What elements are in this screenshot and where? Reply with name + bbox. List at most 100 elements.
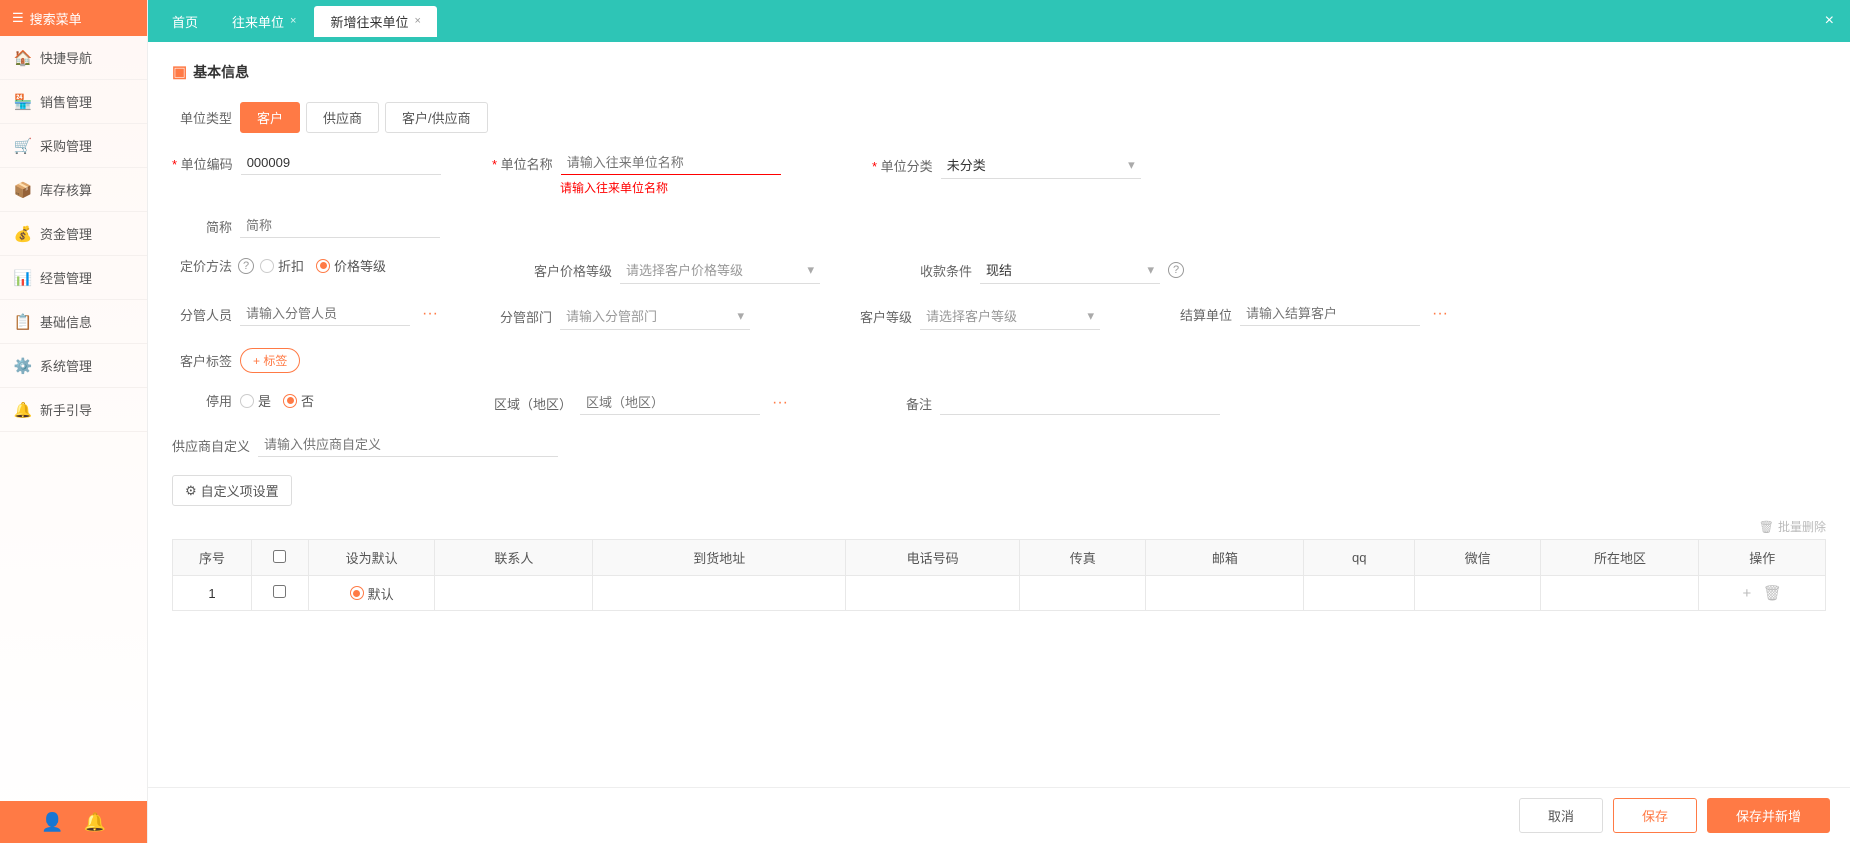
sidebar-label-quick-nav: 快捷导航 bbox=[40, 48, 92, 67]
sidebar-item-operations[interactable]: 📊 经营管理 bbox=[0, 256, 147, 300]
qq-input[interactable] bbox=[1312, 586, 1406, 601]
tab-new-contacts[interactable]: 新增往来单位 × bbox=[314, 6, 436, 37]
sidebar-item-guide[interactable]: 🔔 新手引导 bbox=[0, 388, 147, 432]
manager-input[interactable] bbox=[240, 302, 410, 326]
supplier-custom-input[interactable] bbox=[258, 433, 558, 457]
cell-wechat bbox=[1415, 576, 1541, 611]
payment-help-icon[interactable]: ? bbox=[1168, 262, 1184, 278]
save-button[interactable]: 保存 bbox=[1613, 798, 1697, 833]
delete-row-button[interactable]: 🗑 bbox=[1759, 582, 1786, 604]
remark-input[interactable] bbox=[940, 391, 1220, 415]
tab-new-contacts-close[interactable]: × bbox=[414, 15, 420, 27]
supplier-custom-group: 供应商自定义 bbox=[172, 433, 1826, 457]
sidebar: ☰ 搜索菜单 🏠 快捷导航 🏪 销售管理 🛒 采购管理 📦 库存核算 💰 资金管… bbox=[0, 0, 148, 843]
batch-delete-icon: 🗑 bbox=[1759, 520, 1774, 534]
unit-type-group-wrapper: 单位类型 客户 供应商 客户/供应商 bbox=[172, 102, 632, 133]
row-checkbox[interactable] bbox=[273, 585, 286, 598]
section-title: ▣ 基本信息 bbox=[172, 62, 1826, 82]
contact-input[interactable] bbox=[443, 586, 584, 601]
pricing-radio-group: 折扣 价格等级 bbox=[260, 256, 386, 275]
unit-type-buttons: 客户 供应商 客户/供应商 bbox=[240, 102, 488, 133]
unit-btn-both[interactable]: 客户/供应商 bbox=[385, 102, 488, 133]
sidebar-search-label: 搜索菜单 bbox=[30, 9, 82, 28]
unit-btn-customer[interactable]: 客户 bbox=[240, 102, 300, 133]
sidebar-item-purchase[interactable]: 🛒 采购管理 bbox=[0, 124, 147, 168]
radio-no[interactable]: 否 bbox=[283, 391, 314, 410]
col-region: 所在地区 bbox=[1541, 540, 1699, 576]
tag-row: 客户标签 + 标签 bbox=[172, 348, 1826, 373]
sidebar-item-finance[interactable]: 💰 资金管理 bbox=[0, 212, 147, 256]
unit-btn-supplier[interactable]: 供应商 bbox=[306, 102, 379, 133]
customer-price-select[interactable]: 请选择客户价格等级 ▾ bbox=[620, 256, 820, 284]
radio-level[interactable]: 价格等级 bbox=[316, 256, 386, 275]
sidebar-item-quick-nav[interactable]: 🏠 快捷导航 bbox=[0, 36, 147, 80]
region-label: 区域（地区） bbox=[492, 394, 572, 413]
sidebar-label-sales: 销售管理 bbox=[40, 92, 92, 111]
radio-yes[interactable]: 是 bbox=[240, 391, 271, 410]
sidebar-item-basic-info[interactable]: 📋 基础信息 bbox=[0, 300, 147, 344]
disabled-radio-group: 是 否 bbox=[240, 391, 314, 410]
cell-region bbox=[1541, 576, 1699, 611]
manager-more-btn[interactable]: ··· bbox=[418, 305, 442, 323]
department-select[interactable]: 请输入分管部门 ▾ bbox=[560, 302, 750, 330]
footer-user-icon: 👤 bbox=[41, 812, 63, 833]
unit-name-input[interactable] bbox=[561, 151, 781, 175]
system-icon: ⚙️ bbox=[14, 357, 32, 375]
cancel-button[interactable]: 取消 bbox=[1519, 798, 1603, 833]
settlement-input[interactable] bbox=[1240, 302, 1420, 326]
payment-terms-select[interactable]: 现结 ▾ bbox=[980, 256, 1160, 284]
phone-input[interactable] bbox=[854, 586, 1011, 601]
add-tag-button[interactable]: + 标签 bbox=[240, 348, 300, 373]
batch-delete-label[interactable]: 批量删除 bbox=[1778, 518, 1826, 535]
cell-action: + 🗑 bbox=[1699, 576, 1826, 611]
row-region-input[interactable] bbox=[1549, 586, 1690, 601]
sidebar-search[interactable]: ☰ 搜索菜单 bbox=[0, 0, 147, 36]
tab-contacts-close[interactable]: × bbox=[290, 15, 296, 27]
row-radio-outer bbox=[350, 586, 364, 600]
row-default-radio[interactable]: 默认 bbox=[317, 584, 426, 603]
fax-input[interactable] bbox=[1028, 586, 1137, 601]
tab-home[interactable]: 首页 bbox=[156, 6, 214, 37]
col-address: 到货地址 bbox=[593, 540, 846, 576]
custom-settings-button[interactable]: ⚙ 自定义项设置 bbox=[172, 475, 292, 506]
col-wechat: 微信 bbox=[1415, 540, 1541, 576]
unit-category-select[interactable]: 未分类 ▾ bbox=[941, 151, 1141, 179]
wechat-input[interactable] bbox=[1423, 586, 1532, 601]
save-new-button[interactable]: 保存并新增 bbox=[1707, 798, 1830, 833]
footer-bell-icon: 🔔 bbox=[84, 812, 106, 833]
tab-contacts[interactable]: 往来单位 × bbox=[216, 6, 312, 37]
col-email: 邮箱 bbox=[1146, 540, 1304, 576]
manager-row: 分管人员 ··· 分管部门 请输入分管部门 ▾ 客户等级 请选择客户等级 ▾ 结… bbox=[172, 302, 1826, 330]
unit-name-label: 单位名称 bbox=[492, 154, 553, 173]
sidebar-item-inventory[interactable]: 📦 库存核算 bbox=[0, 168, 147, 212]
pricing-help-icon[interactable]: ? bbox=[238, 258, 254, 274]
customer-level-label: 客户等级 bbox=[852, 307, 912, 326]
unit-code-input[interactable] bbox=[241, 151, 441, 175]
cell-phone bbox=[846, 576, 1020, 611]
settlement-unit-group: 结算单位 ··· bbox=[1172, 302, 1512, 326]
sidebar-footer: 👤 🔔 bbox=[0, 801, 147, 843]
settlement-more-btn[interactable]: ··· bbox=[1428, 305, 1452, 323]
custom-settings-label: 自定义项设置 bbox=[201, 481, 279, 500]
region-more-btn[interactable]: ··· bbox=[768, 394, 792, 412]
col-contact: 联系人 bbox=[435, 540, 593, 576]
sales-icon: 🏪 bbox=[14, 93, 32, 111]
section-title-text: 基本信息 bbox=[193, 62, 249, 82]
sidebar-label-purchase: 采购管理 bbox=[40, 136, 92, 155]
sidebar-item-sales[interactable]: 🏪 销售管理 bbox=[0, 80, 147, 124]
select-all-checkbox[interactable] bbox=[273, 550, 286, 563]
cell-qq bbox=[1304, 576, 1415, 611]
region-input[interactable] bbox=[580, 391, 760, 415]
sidebar-label-finance: 资金管理 bbox=[40, 224, 92, 243]
finance-icon: 💰 bbox=[14, 225, 32, 243]
sidebar-item-system[interactable]: ⚙️ 系统管理 bbox=[0, 344, 147, 388]
main-close-button[interactable]: × bbox=[1817, 12, 1842, 30]
short-name-input[interactable] bbox=[240, 214, 440, 238]
customer-level-select[interactable]: 请选择客户等级 ▾ bbox=[920, 302, 1100, 330]
tab-contacts-label: 往来单位 bbox=[232, 12, 284, 31]
add-row-button[interactable]: + bbox=[1739, 583, 1756, 604]
radio-discount[interactable]: 折扣 bbox=[260, 256, 304, 275]
address-input[interactable] bbox=[601, 586, 837, 601]
email-input[interactable] bbox=[1154, 586, 1295, 601]
short-name-label: 简称 bbox=[172, 217, 232, 236]
